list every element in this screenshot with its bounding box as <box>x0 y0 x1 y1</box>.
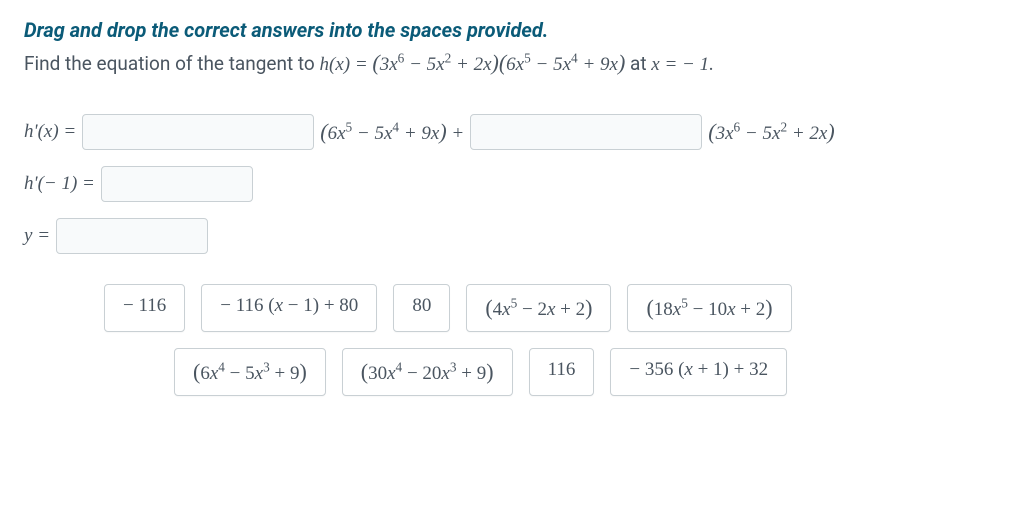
tile-80[interactable]: 80 <box>393 284 450 332</box>
tile-4x5[interactable]: (4x5 − 2x + 2) <box>466 284 611 332</box>
hprime-at-minus1-line: h'(− 1) = <box>24 166 1000 202</box>
tile-neg356[interactable]: − 356 (x + 1) + 32 <box>610 348 787 396</box>
dropzone-1[interactable] <box>82 114 314 150</box>
tile-6x4[interactable]: (6x4 − 5x3 + 9) <box>174 348 326 396</box>
hprime-m1-label: h'(− 1) = <box>24 173 95 195</box>
hprime-line: h'(x) = (6x5 − 5x4 + 9x) + (3x6 − 5x2 + … <box>24 114 1000 150</box>
dropzone-2[interactable] <box>470 114 702 150</box>
question-point: x = − 1. <box>651 54 714 75</box>
tile-neg116[interactable]: − 116 <box>104 284 185 332</box>
factor1: (6x5 − 5x4 + 9x) + <box>320 119 464 145</box>
answer-tiles-row-1: − 116 − 116 (x − 1) + 80 80 (4x5 − 2x + … <box>24 284 1000 332</box>
y-label: y = <box>24 225 50 247</box>
question-at: at <box>630 52 651 75</box>
dropzone-3[interactable] <box>101 166 253 202</box>
y-line: y = <box>24 218 1000 254</box>
question-function: h(x) = (3x6 − 5x2 + 2x)(6x5 − 5x4 + 9x) <box>319 54 630 75</box>
question-prefix: Find the equation of the tangent to <box>24 52 319 75</box>
instruction-text: Drag and drop the correct answers into t… <box>24 18 1000 42</box>
dropzone-4[interactable] <box>56 218 208 254</box>
question-text: Find the equation of the tangent to h(x)… <box>24 46 1000 80</box>
factor2: (3x6 − 5x2 + 2x) <box>708 119 834 145</box>
answer-tiles-row-2: (6x4 − 5x3 + 9) (30x4 − 20x3 + 9) 116 − … <box>24 348 1000 396</box>
tile-116[interactable]: 116 <box>529 348 595 396</box>
hprime-label: h'(x) = <box>24 121 76 143</box>
tile-18x5[interactable]: (18x5 − 10x + 2) <box>627 284 791 332</box>
tile-neg116xminus1plus80[interactable]: − 116 (x − 1) + 80 <box>201 284 377 332</box>
tile-30x4[interactable]: (30x4 − 20x3 + 9) <box>342 348 513 396</box>
